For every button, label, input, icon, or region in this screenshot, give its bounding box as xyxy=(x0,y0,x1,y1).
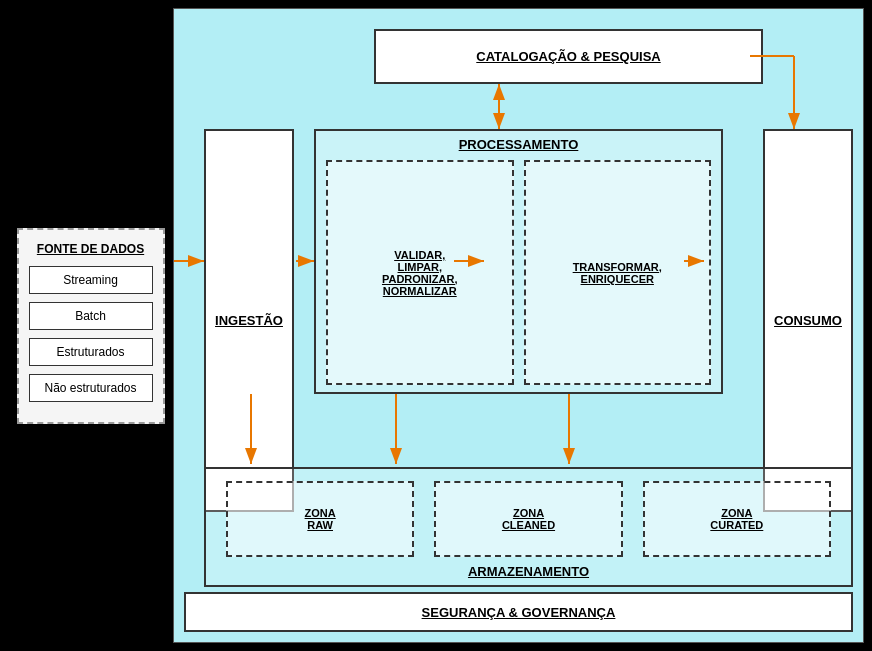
zona-cleaned-label: ZONACLEANED xyxy=(502,507,555,531)
catalogacao-label: CATALOGAÇÃO & PESQUISA xyxy=(476,49,660,64)
fonte-de-dados-box: FONTE DE DADOS Streaming Batch Estrutura… xyxy=(17,228,165,424)
transformar-label: TRANSFORMAR,ENRIQUECER xyxy=(573,261,662,285)
transformar-box: TRANSFORMAR,ENRIQUECER xyxy=(524,160,712,385)
ingestao-box: INGESTÃO xyxy=(204,129,294,512)
zona-cleaned-box: ZONACLEANED xyxy=(434,481,622,557)
validar-label: VALIDAR,LIMPAR,PADRONIZAR,NORMALIZAR xyxy=(382,249,458,297)
nao-estruturados-item: Não estruturados xyxy=(29,374,153,402)
estruturados-item: Estruturados xyxy=(29,338,153,366)
processamento-inner: VALIDAR,LIMPAR,PADRONIZAR,NORMALIZAR TRA… xyxy=(326,160,711,385)
armazenamento-label: ARMAZENAMENTO xyxy=(206,564,851,579)
zona-curated-box: ZONACURATED xyxy=(643,481,831,557)
seguranca-bar: SEGURANÇA & GOVERNANÇA xyxy=(184,592,853,632)
catalogacao-box: CATALOGAÇÃO & PESQUISA xyxy=(374,29,763,84)
validar-box: VALIDAR,LIMPAR,PADRONIZAR,NORMALIZAR xyxy=(326,160,514,385)
streaming-item: Streaming xyxy=(29,266,153,294)
ingestao-label: INGESTÃO xyxy=(215,313,283,328)
left-panel: FONTE DE DADOS Streaming Batch Estrutura… xyxy=(8,8,173,643)
armazenamento-outer: ZONARAW ZONACLEANED ZONACURATED ARMAZENA… xyxy=(204,467,853,587)
processamento-label: PROCESSAMENTO xyxy=(316,131,721,152)
processamento-box: PROCESSAMENTO VALIDAR,LIMPAR,PADRONIZAR,… xyxy=(314,129,723,394)
zona-raw-box: ZONARAW xyxy=(226,481,414,557)
fonte-title: FONTE DE DADOS xyxy=(29,242,153,256)
zona-raw-label: ZONARAW xyxy=(305,507,336,531)
diagram-panel: CATALOGAÇÃO & PESQUISA INGESTÃO PROCESSA… xyxy=(173,8,864,643)
zona-curated-label: ZONACURATED xyxy=(710,507,763,531)
consumo-box: CONSUMO xyxy=(763,129,853,512)
consumo-label: CONSUMO xyxy=(774,313,842,328)
batch-item: Batch xyxy=(29,302,153,330)
seguranca-label: SEGURANÇA & GOVERNANÇA xyxy=(422,605,616,620)
